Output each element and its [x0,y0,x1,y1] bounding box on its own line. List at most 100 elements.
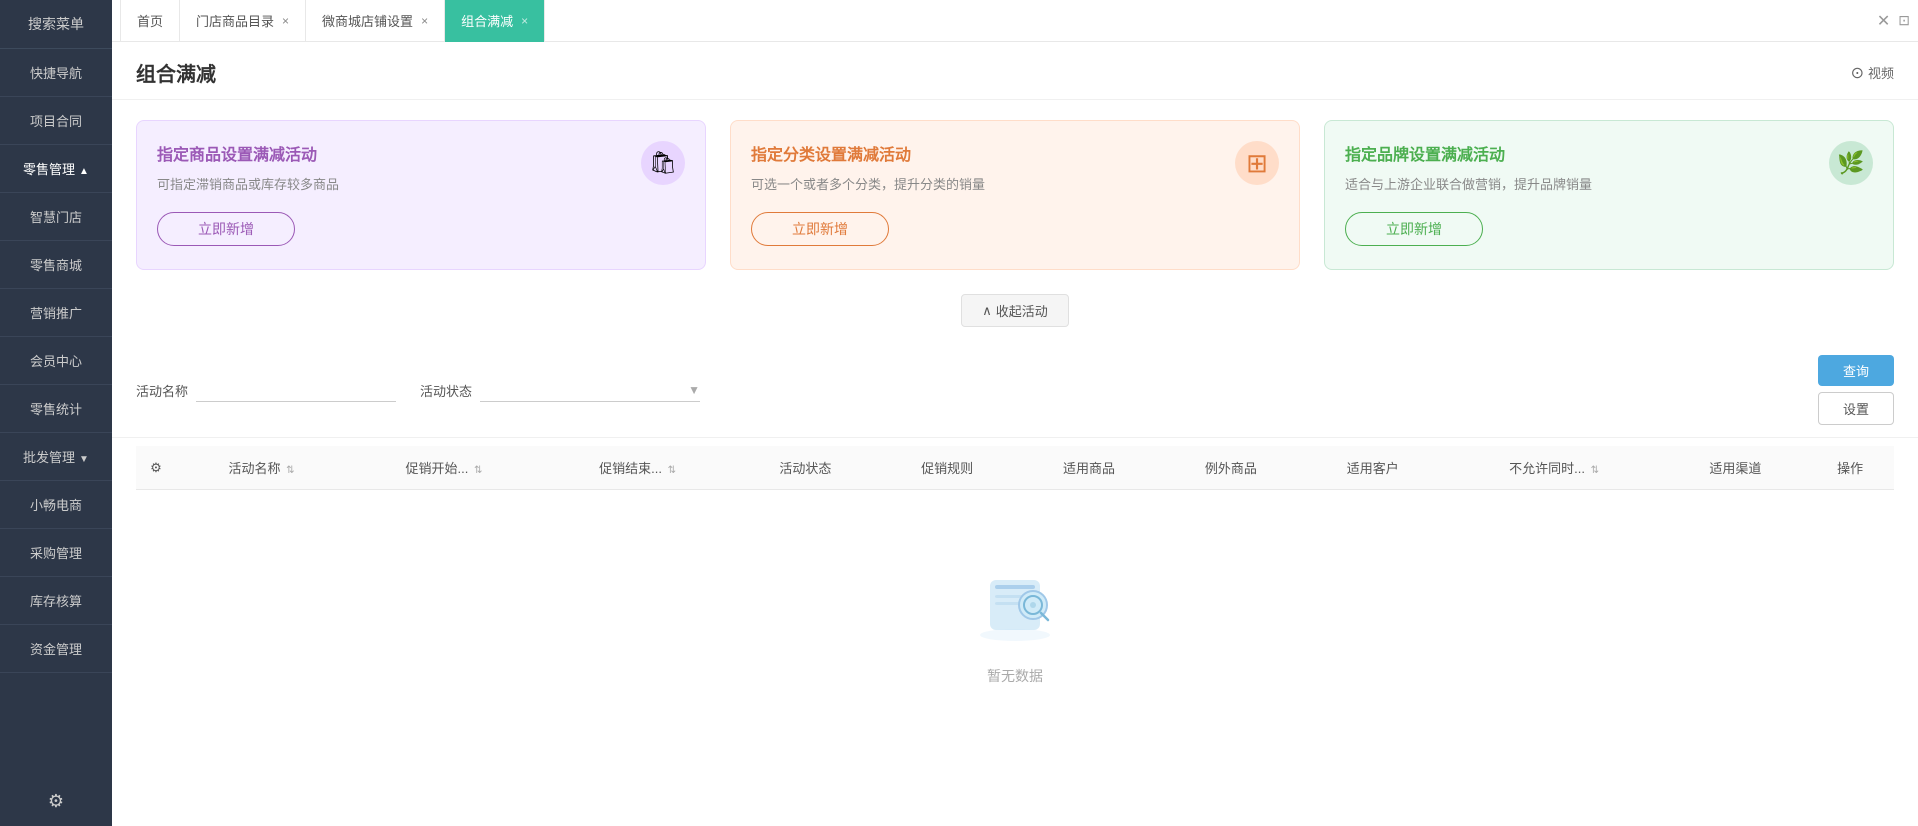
promo-card-brand: 指定品牌设置满减活动 适合与上游企业联合做营销，提升品牌销量 🌿 立即新增 [1324,120,1894,270]
promo-card-category-add-btn[interactable]: 立即新增 [751,212,889,246]
sidebar-item-member-center[interactable]: 会员中心 [0,337,112,385]
tab-store-catalog[interactable]: 门店商品目录 × [180,0,306,42]
th-activity-status-label: 活动状态 [779,461,831,476]
promo-card-category-desc: 可选一个或者多个分类，提升分类的销量 [751,175,1173,196]
page-title: 组合满减 [136,58,216,87]
sidebar-search[interactable]: 搜索菜单 [0,0,112,49]
promo-card-category: 指定分类设置满减活动 可选一个或者多个分类，提升分类的销量 ⊞ 立即新增 [730,120,1300,270]
promo-card-goods: 指定商品设置满减活动 可指定滞销商品或库存较多商品 🛍 立即新增 [136,120,706,270]
sidebar-item-retail-mall[interactable]: 零售商城 [0,241,112,289]
filter-activity-status-group: 活动状态 ▼ [420,379,700,402]
tab-home-label: 首页 [137,11,163,30]
th-promo-start[interactable]: 促销开始... ⇅ [347,446,541,490]
th-applicable-channels-label: 适用渠道 [1709,461,1761,476]
th-operations-label: 操作 [1837,461,1863,476]
empty-state-text: 暂无数据 [987,666,1043,686]
filter-activity-name-label: 活动名称 [136,381,188,400]
th-promo-rules: 促销规则 [876,446,1018,490]
collapse-btn-label: 收起活动 [996,301,1048,320]
th-applicable-customers: 适用客户 [1302,446,1444,490]
promo-card-goods-title: 指定商品设置满减活动 [157,141,685,165]
th-promo-end[interactable]: 促销结束... ⇅ [541,446,735,490]
th-no-concurrent-label: 不允许同时... [1509,461,1585,476]
th-applicable-customers-label: 适用客户 [1347,461,1399,476]
page-content: 组合满减 ⊙ 视频 指定商品设置满减活动 可指定滞销商品或库存较多商品 🛍 立即… [112,42,1918,826]
promo-card-category-title: 指定分类设置满减活动 [751,141,1279,165]
promo-card-category-icon: ⊞ [1235,141,1279,185]
sidebar-item-retail-mgmt[interactable]: 零售管理 [0,145,112,193]
th-applicable-goods-label: 适用商品 [1063,461,1115,476]
filter-row: 活动名称 活动状态 ▼ 查询 设置 [112,343,1918,438]
sidebar-item-smart-store[interactable]: 智慧门店 [0,193,112,241]
main-area: 首页 门店商品目录 × 微商城店铺设置 × 组合满减 × ✕ ⊡ 组合满减 ⊙ … [112,0,1918,826]
promo-card-brand-add-btn[interactable]: 立即新增 [1345,212,1483,246]
th-applicable-channels: 适用渠道 [1664,446,1806,490]
th-operations: 操作 [1806,446,1894,490]
sidebar-item-quick-nav[interactable]: 快捷导航 [0,49,112,97]
tab-mini-store-label: 微商城店铺设置 [322,11,413,30]
sidebar-item-purchase-mgmt[interactable]: 采购管理 [0,529,112,577]
page-header: 组合满减 ⊙ 视频 [112,42,1918,100]
filter-activity-name-input[interactable] [196,378,396,402]
sidebar-settings[interactable]: ⚙ [0,777,112,826]
chevron-down-icon: ▼ [688,383,700,397]
sidebar-item-retail-stats[interactable]: 零售统计 [0,385,112,433]
table-wrap: ⚙ 活动名称 ⇅ 促销开始... ⇅ 促销结束... ⇅ [112,446,1918,746]
promo-card-goods-add-btn[interactable]: 立即新增 [157,212,295,246]
maximize-window-icon[interactable]: ⊡ [1898,12,1910,29]
close-window-icon[interactable]: ✕ [1877,11,1890,31]
play-circle-icon: ⊙ [1851,63,1864,83]
promo-cards-area: 指定商品设置满减活动 可指定滞销商品或库存较多商品 🛍 立即新增 指定分类设置满… [112,100,1918,290]
th-exception-goods-label: 例外商品 [1205,461,1257,476]
settings-button[interactable]: 设置 [1818,392,1894,425]
sort-icon-activity-name: ⇅ [286,465,294,476]
tab-mini-store-close[interactable]: × [421,14,428,28]
sort-icon-no-concurrent: ⇅ [1591,465,1599,476]
sidebar-item-project-contract[interactable]: 项目合同 [0,97,112,145]
tab-combo-discount[interactable]: 组合满减 × [445,0,545,42]
sidebar-item-wholesale-mgmt[interactable]: 批发管理 [0,433,112,481]
video-button[interactable]: ⊙ 视频 [1851,63,1894,83]
tab-combo-discount-label: 组合满减 [461,11,513,30]
filter-buttons: 查询 设置 [1818,355,1894,425]
tab-combo-discount-close[interactable]: × [521,14,528,28]
sidebar-item-xiaochang-ecom[interactable]: 小畅电商 [0,481,112,529]
th-activity-name[interactable]: 活动名称 ⇅ [176,446,347,490]
table-header-row: ⚙ 活动名称 ⇅ 促销开始... ⇅ 促销结束... ⇅ [136,446,1894,490]
th-applicable-goods: 适用商品 [1018,446,1160,490]
collapse-activity-btn[interactable]: ∧ 收起活动 [961,294,1069,327]
th-activity-status: 活动状态 [734,446,876,490]
sidebar: 搜索菜单 快捷导航 项目合同 零售管理 智慧门店 零售商城 营销推广 会员中心 … [0,0,112,826]
th-exception-goods: 例外商品 [1160,446,1302,490]
promo-card-goods-desc: 可指定滞销商品或库存较多商品 [157,175,579,196]
tab-home[interactable]: 首页 [120,0,180,42]
promo-card-goods-icon: 🛍 [641,141,685,185]
empty-state: 暂无数据 [136,490,1894,746]
th-promo-rules-label: 促销规则 [921,461,973,476]
sidebar-item-marketing[interactable]: 营销推广 [0,289,112,337]
query-button[interactable]: 查询 [1818,355,1894,386]
activity-table: ⚙ 活动名称 ⇅ 促销开始... ⇅ 促销结束... ⇅ [136,446,1894,490]
filter-activity-status-select[interactable]: ▼ [480,379,700,402]
tab-store-catalog-close[interactable]: × [282,14,289,28]
th-settings-gear[interactable]: ⚙ [136,446,176,490]
video-label: 视频 [1868,63,1894,82]
tab-mini-store[interactable]: 微商城店铺设置 × [306,0,445,42]
chevron-up-icon: ∧ [982,303,992,319]
sort-icon-promo-end: ⇅ [668,465,676,476]
tab-bar: 首页 门店商品目录 × 微商城店铺设置 × 组合满减 × ✕ ⊡ [112,0,1918,42]
empty-state-illustration [965,550,1065,650]
promo-card-brand-title: 指定品牌设置满减活动 [1345,141,1873,165]
sidebar-item-fund-mgmt[interactable]: 资金管理 [0,625,112,673]
sidebar-item-inventory-check[interactable]: 库存核算 [0,577,112,625]
th-promo-end-label: 促销结束... [599,461,662,476]
th-no-concurrent[interactable]: 不允许同时... ⇅ [1444,446,1665,490]
gear-icon: ⚙ [48,791,64,811]
collapse-bar: ∧ 收起活动 [112,290,1918,343]
sort-icon-promo-start: ⇅ [474,465,482,476]
tab-right-icons: ✕ ⊡ [1877,11,1910,31]
promo-card-brand-icon: 🌿 [1829,141,1873,185]
table-gear-icon: ⚙ [150,460,162,475]
th-promo-start-label: 促销开始... [405,461,468,476]
tab-store-catalog-label: 门店商品目录 [196,11,274,30]
